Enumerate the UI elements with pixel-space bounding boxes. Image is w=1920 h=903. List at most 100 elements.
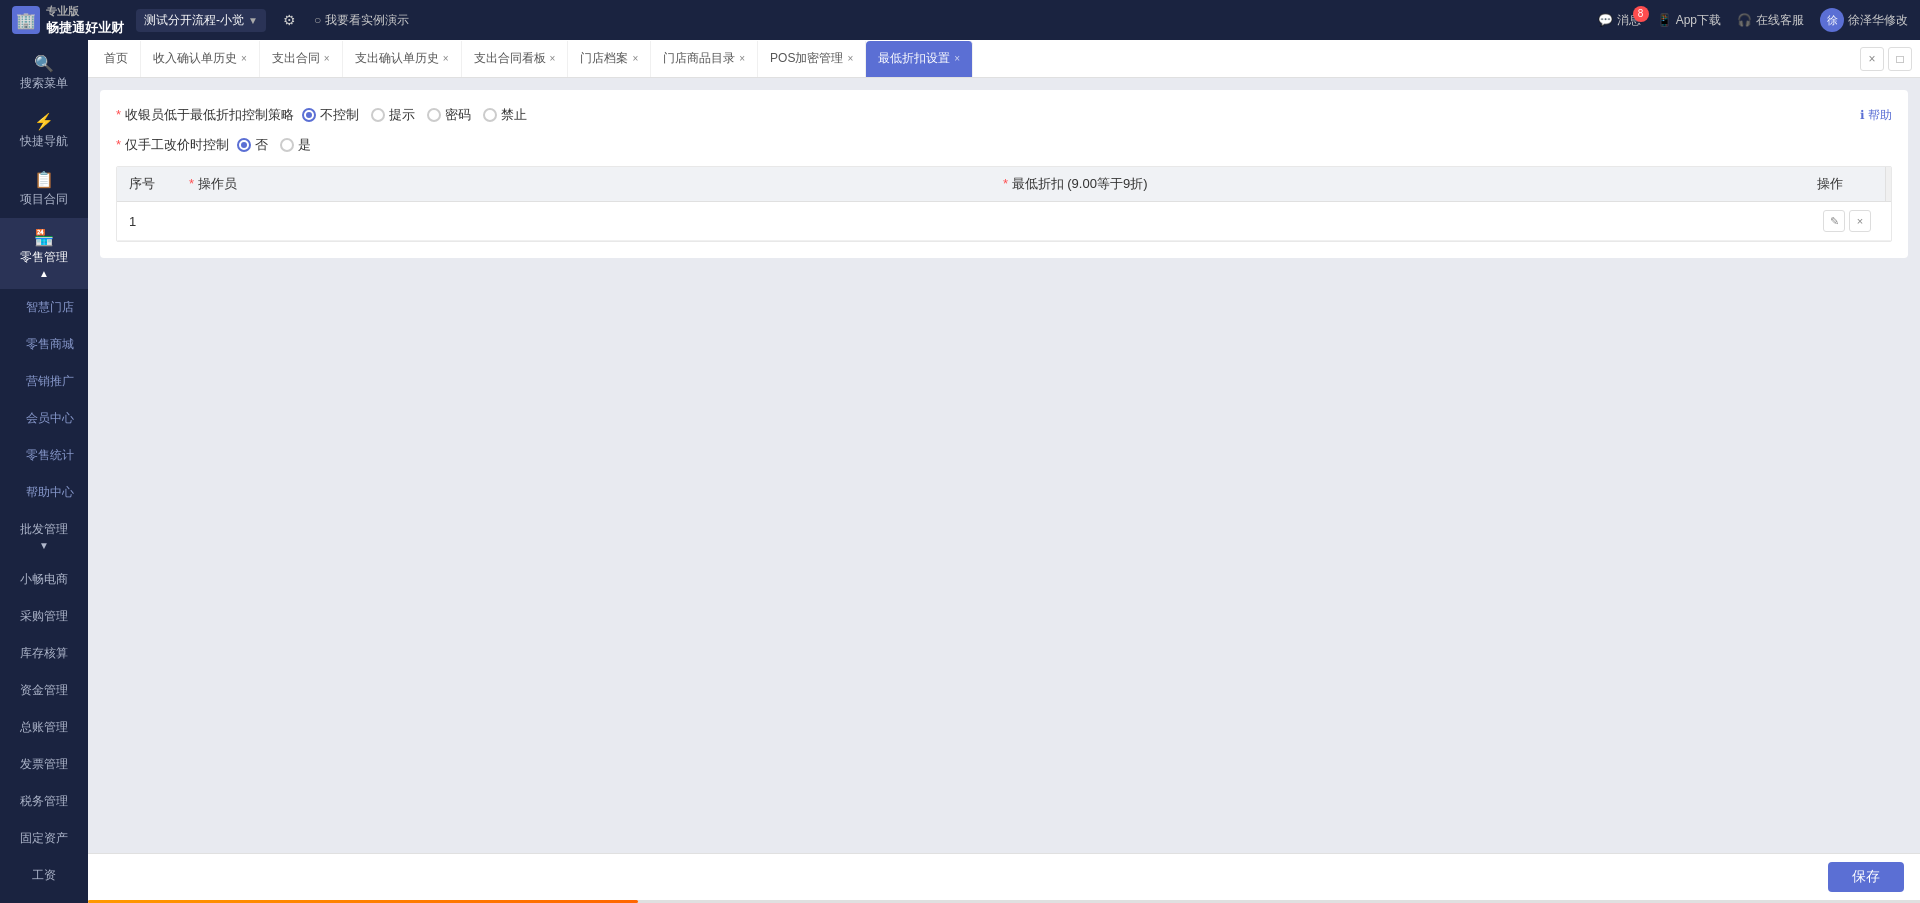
tab-store-archive[interactable]: 门店档案 × — [568, 41, 651, 77]
save-button[interactable]: 保存 — [1828, 862, 1904, 892]
sidebar-item-invoice[interactable]: 发票管理 — [0, 746, 88, 783]
settings-card: 收银员低于最低折扣控制策略 不控制 提示 密码 — [100, 90, 1908, 258]
radio-password[interactable]: 密码 — [427, 106, 471, 124]
page-content: 收银员低于最低折扣控制策略 不控制 提示 密码 — [88, 78, 1920, 853]
row-delete-btn[interactable]: × — [1849, 210, 1871, 232]
logo: 🏢 专业版 畅捷通好业财 — [12, 4, 124, 37]
radio-dot-yes — [280, 138, 294, 152]
radio-hint[interactable]: 提示 — [371, 106, 415, 124]
sidebar-item-online-store[interactable]: 零售商城 — [0, 326, 88, 363]
discount-control-options: 不控制 提示 密码 禁止 — [302, 106, 527, 124]
tab-store-product[interactable]: 门店商品目录 × — [651, 41, 758, 77]
message-btn[interactable]: 💬 消息 8 — [1598, 12, 1641, 29]
tab-close-income-history[interactable]: × — [241, 53, 247, 64]
tab-payment-contract[interactable]: 支出合同 × — [260, 41, 343, 77]
sidebar-bottom: ⚙ — [0, 894, 88, 903]
sidebar-item-nav[interactable]: ⚡ 快捷导航 — [0, 102, 88, 160]
search-icon: 🔍 — [34, 54, 54, 73]
sidebar-item-search[interactable]: 🔍 搜索菜单 — [0, 44, 88, 102]
row-edit-btn[interactable]: ✎ — [1823, 210, 1845, 232]
tab-close-pos-password[interactable]: × — [847, 53, 853, 64]
sidebar-item-marketing[interactable]: 营销推广 — [0, 363, 88, 400]
topbar-right: 💬 消息 8 📱 App下载 🎧 在线客服 徐 徐泽华修改 — [1598, 8, 1908, 32]
tab-close-store-archive[interactable]: × — [632, 53, 638, 64]
col-discount-header: 最低折扣 (9.00等于9折) — [991, 167, 1805, 201]
online-service-btn[interactable]: 🎧 在线客服 — [1737, 12, 1804, 29]
discount-control-row: 收银员低于最低折扣控制策略 不控制 提示 密码 — [116, 106, 1892, 124]
logo-text: 专业版 畅捷通好业财 — [46, 4, 124, 37]
logo-icon: 🏢 — [12, 6, 40, 34]
sidebar-item-stats[interactable]: 零售统计 — [0, 437, 88, 474]
message-icon: 💬 — [1598, 13, 1613, 27]
sidebar-item-purchase[interactable]: 采购管理 — [0, 598, 88, 635]
chevron-down-icon: ▼ — [39, 540, 49, 551]
app-icon: 📱 — [1657, 13, 1672, 27]
tab-close-payment-contract-board[interactable]: × — [550, 53, 556, 64]
row-action-cell: ✎ × — [1811, 202, 1891, 240]
tab-close-store-product[interactable]: × — [739, 53, 745, 64]
lightning-icon: ⚡ — [34, 112, 54, 131]
tab-close-payment-confirm-history[interactable]: × — [443, 53, 449, 64]
project-selector[interactable]: 测试分开流程-小觉 ▼ — [136, 9, 266, 32]
col-seq-header: 序号 — [117, 167, 177, 201]
main-layout: 🔍 搜索菜单 ⚡ 快捷导航 📋 项目合同 🏪 零售管理 ▲ 智慧门店 零售商城 … — [0, 40, 1920, 903]
sidebar-item-project[interactable]: 📋 项目合同 — [0, 160, 88, 218]
radio-forbid[interactable]: 禁止 — [483, 106, 527, 124]
table-header: 序号 操作员 最低折扣 (9.00等于9折) 操作 — [117, 167, 1891, 202]
contract-icon: 📋 — [34, 170, 54, 189]
sidebar-item-inventory[interactable]: 库存核算 — [0, 635, 88, 672]
tab-close-min-discount[interactable]: × — [954, 53, 960, 64]
content-area: 首页 收入确认单历史 × 支出合同 × 支出确认单历史 × 支出合同看板 × 门… — [88, 40, 1920, 903]
sidebar: 🔍 搜索菜单 ⚡ 快捷导航 📋 项目合同 🏪 零售管理 ▲ 智慧门店 零售商城 … — [0, 40, 88, 903]
tab-payment-contract-board[interactable]: 支出合同看板 × — [462, 41, 569, 77]
sidebar-item-tax[interactable]: 税务管理 — [0, 783, 88, 820]
demo-link[interactable]: ○ 我要看实例演示 — [314, 12, 409, 29]
sidebar-item-help[interactable]: 帮助中心 — [0, 474, 88, 511]
sidebar-item-ledger[interactable]: 总账管理 — [0, 709, 88, 746]
sidebar-item-batch[interactable]: 批发管理 ▼ — [0, 511, 88, 561]
app-download-btn[interactable]: 📱 App下载 — [1657, 12, 1721, 29]
tab-income-history[interactable]: 收入确认单历史 × — [141, 41, 260, 77]
tab-bar: 首页 收入确认单历史 × 支出合同 × 支出确认单历史 × 支出合同看板 × 门… — [88, 40, 1920, 78]
close-tab-action[interactable]: × — [1860, 47, 1884, 71]
chevron-icon: ▲ — [39, 268, 49, 279]
sidebar-item-payroll[interactable]: 工资 — [0, 857, 88, 894]
radio-no-control[interactable]: 不控制 — [302, 106, 359, 124]
tab-close-payment-contract[interactable]: × — [324, 53, 330, 64]
bottom-bar: 保存 — [88, 853, 1920, 900]
scrollbar-placeholder — [1885, 167, 1891, 201]
discount-table: 序号 操作员 最低折扣 (9.00等于9折) 操作 1 ✎ × — [116, 166, 1892, 242]
radio-dot-hint — [371, 108, 385, 122]
settings-icon[interactable]: ⚙ — [278, 8, 302, 32]
col-action-header: 操作 — [1805, 167, 1885, 201]
avatar: 徐 — [1820, 8, 1844, 32]
demo-icon: ○ — [314, 13, 321, 27]
tab-payment-confirm-history[interactable]: 支出确认单历史 × — [343, 41, 462, 77]
row-actions: ✎ × — [1823, 210, 1879, 232]
sidebar-item-ecommerce[interactable]: 小畅电商 — [0, 561, 88, 598]
col-operator-header: 操作员 — [177, 167, 991, 201]
manual-control-options: 否 是 — [237, 136, 311, 154]
row-seq: 1 — [117, 206, 177, 237]
sidebar-item-asset[interactable]: 固定资产 — [0, 820, 88, 857]
sidebar-item-smart-store[interactable]: 智慧门店 — [0, 289, 88, 326]
radio-no[interactable]: 否 — [237, 136, 268, 154]
manual-control-row: 仅手工改价时控制 否 是 — [116, 136, 1892, 154]
radio-dot-no — [237, 138, 251, 152]
radio-yes[interactable]: 是 — [280, 136, 311, 154]
help-btn[interactable]: ℹ 帮助 — [1860, 107, 1892, 124]
question-icon: ℹ — [1860, 108, 1865, 122]
sidebar-item-finance[interactable]: 资金管理 — [0, 672, 88, 709]
user-menu[interactable]: 徐 徐泽华修改 — [1820, 8, 1908, 32]
tab-min-discount[interactable]: 最低折扣设置 × — [866, 41, 973, 77]
sidebar-item-member[interactable]: 会员中心 — [0, 400, 88, 437]
maximize-tab-action[interactable]: □ — [1888, 47, 1912, 71]
chevron-down-icon: ▼ — [248, 15, 258, 26]
retail-icon: 🏪 — [34, 228, 54, 247]
discount-control-label: 收银员低于最低折扣控制策略 — [116, 106, 294, 124]
tab-pos-password[interactable]: POS加密管理 × — [758, 41, 866, 77]
row-operator — [177, 213, 994, 229]
sidebar-item-retail[interactable]: 🏪 零售管理 ▲ — [0, 218, 88, 289]
tab-home[interactable]: 首页 — [92, 41, 141, 77]
radio-dot-password — [427, 108, 441, 122]
